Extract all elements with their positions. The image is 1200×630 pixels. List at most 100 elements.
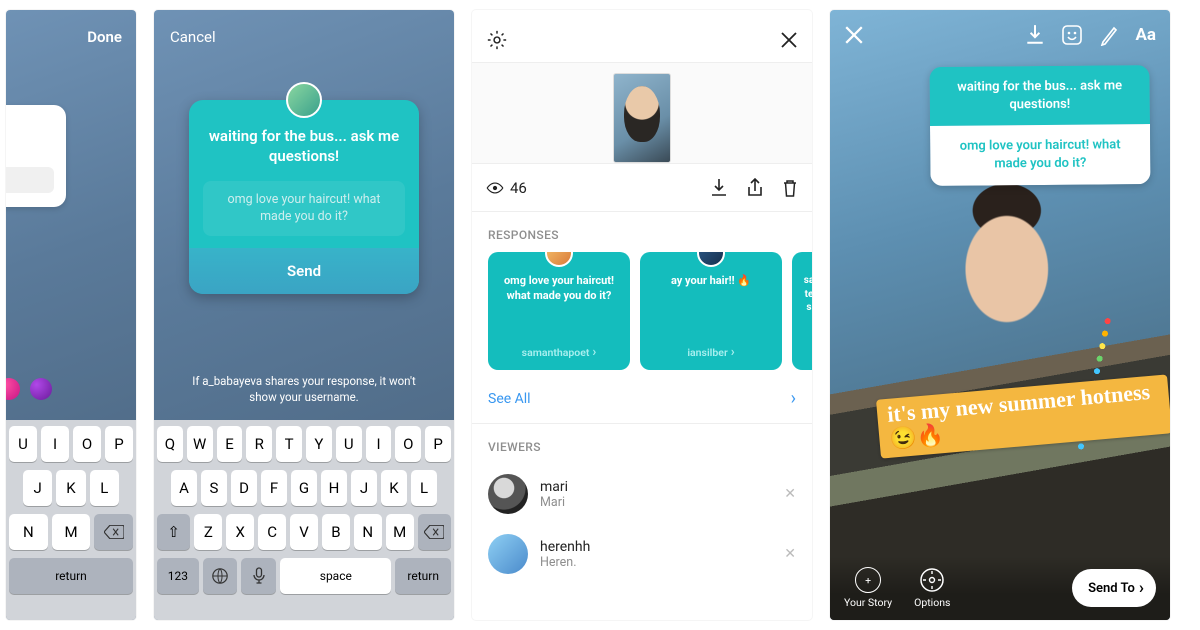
settings-icon[interactable]	[486, 29, 508, 51]
question-response-sticker[interactable]: waiting for the bus... ask me questions!…	[929, 65, 1150, 186]
done-button[interactable]: Done	[87, 28, 122, 46]
key[interactable]: T	[276, 426, 302, 462]
cancel-button[interactable]: Cancel	[170, 28, 216, 46]
your-story-button[interactable]: + Your Story	[844, 567, 892, 609]
editor-bottom-bar: + Your Story Options Send To	[830, 556, 1170, 620]
responses-scroller[interactable]: omg love your haircut! what made you do …	[472, 252, 812, 374]
shift-key[interactable]: ⇧	[157, 514, 190, 550]
key[interactable]: A	[171, 470, 197, 506]
color-picker-row	[6, 378, 52, 400]
key[interactable]: K	[56, 470, 85, 506]
key[interactable]: Z	[194, 514, 222, 550]
key[interactable]: L	[411, 470, 437, 506]
download-icon[interactable]	[710, 178, 728, 198]
share-icon[interactable]	[746, 178, 764, 198]
answer-input[interactable]	[6, 167, 54, 193]
key[interactable]: K	[381, 470, 407, 506]
key[interactable]: M	[52, 514, 91, 550]
sticker-icon[interactable]	[1061, 24, 1083, 46]
key[interactable]: Q	[157, 426, 183, 462]
send-to-button[interactable]: Send To	[1072, 569, 1156, 607]
key[interactable]: N	[354, 514, 382, 550]
numbers-key[interactable]: 123	[157, 558, 199, 594]
key[interactable]: N	[9, 514, 48, 550]
close-icon[interactable]	[844, 25, 864, 45]
key[interactable]: Y	[306, 426, 332, 462]
screen-1-reply-compose: Done bus... ons! UIOP JKL NM return	[6, 10, 136, 620]
key-row-2: ASDFGHJKL	[157, 470, 451, 506]
story-thumbnail[interactable]	[613, 73, 671, 163]
remove-viewer-icon[interactable]: ✕	[784, 486, 796, 502]
viewer-row[interactable]: herenhh Heren. ✕	[472, 524, 812, 584]
response-card[interactable]: ay your hair!! 🔥 iansilber	[640, 252, 782, 370]
screen-2-reply-send: Cancel waiting for the bus... ask me que…	[154, 10, 454, 620]
key[interactable]: U	[336, 426, 362, 462]
viewers-list: mari Mari ✕ herenhh Heren. ✕	[472, 464, 812, 584]
responder-username[interactable]: iansilber	[687, 345, 734, 360]
response-text: omg love your haircut! what made you do …	[498, 274, 620, 304]
options-circle-icon	[919, 567, 945, 593]
download-icon[interactable]	[1025, 24, 1045, 46]
color-swatch-pink[interactable]	[6, 378, 20, 400]
privacy-disclaimer: If a_babayeva shares your response, it w…	[154, 373, 454, 406]
key[interactable]: O	[73, 426, 101, 462]
key[interactable]: W	[187, 426, 213, 462]
key[interactable]: F	[261, 470, 287, 506]
viewer-avatar	[488, 474, 528, 514]
view-count-value: 46	[510, 179, 527, 197]
response-card-partial[interactable]: sa te s	[792, 252, 812, 370]
question-reply-card: waiting for the bus... ask me questions!…	[189, 100, 419, 294]
screen-3-story-insights: 46 RESPONSES omg love your haircut! what…	[472, 10, 812, 620]
text-tool-icon[interactable]: Aa	[1135, 25, 1156, 45]
key[interactable]: R	[246, 426, 272, 462]
key[interactable]: G	[291, 470, 317, 506]
return-key[interactable]: return	[395, 558, 451, 594]
key[interactable]: V	[290, 514, 318, 550]
space-key[interactable]: space	[280, 558, 391, 594]
see-all-button[interactable]: See All ›	[472, 374, 812, 424]
question-sticker-partial[interactable]: bus... ons!	[6, 105, 66, 207]
trash-icon[interactable]	[782, 178, 798, 198]
asker-avatar	[286, 82, 322, 118]
key-row-4: 123 space return	[157, 558, 451, 594]
ios-keyboard[interactable]: QWERTYUIOP ASDFGHJKL ⇧ ZXCVBNM 123 space…	[154, 420, 454, 620]
key[interactable]: H	[321, 470, 347, 506]
viewers-header: VIEWERS	[472, 424, 812, 464]
key[interactable]: L	[90, 470, 119, 506]
send-button[interactable]: Send	[189, 248, 419, 294]
chevron-right-icon: ›	[791, 388, 796, 409]
eye-icon	[486, 182, 504, 194]
return-key[interactable]: return	[9, 558, 133, 594]
key[interactable]: O	[395, 426, 421, 462]
color-swatch-purple[interactable]	[30, 378, 52, 400]
key[interactable]: I	[41, 426, 69, 462]
globe-key[interactable]	[203, 558, 238, 594]
answer-text[interactable]: omg love your haircut! what made you do …	[203, 181, 405, 236]
options-button[interactable]: Options	[914, 567, 950, 609]
key[interactable]: E	[217, 426, 243, 462]
response-card[interactable]: omg love your haircut! what made you do …	[488, 252, 630, 370]
key[interactable]: B	[322, 514, 350, 550]
close-icon[interactable]	[780, 31, 798, 49]
key[interactable]: U	[9, 426, 37, 462]
key[interactable]: S	[201, 470, 227, 506]
key[interactable]: P	[105, 426, 133, 462]
responder-username[interactable]: samanthapoet	[522, 345, 597, 360]
ios-keyboard[interactable]: UIOP JKL NM return	[6, 420, 136, 620]
key[interactable]: I	[366, 426, 392, 462]
key[interactable]: D	[231, 470, 257, 506]
viewer-row[interactable]: mari Mari ✕	[472, 464, 812, 524]
mic-key[interactable]	[241, 558, 276, 594]
key[interactable]: P	[425, 426, 451, 462]
backspace-key[interactable]	[418, 514, 451, 550]
sticker-prompt: waiting for the bus... ask me questions!	[929, 65, 1150, 126]
key[interactable]: J	[351, 470, 377, 506]
backspace-key[interactable]	[94, 514, 133, 550]
draw-icon[interactable]	[1099, 24, 1119, 46]
key[interactable]: X	[226, 514, 254, 550]
remove-viewer-icon[interactable]: ✕	[784, 546, 796, 562]
stats-bar: 46	[472, 164, 812, 212]
key[interactable]: M	[386, 514, 414, 550]
key[interactable]: C	[258, 514, 286, 550]
key[interactable]: J	[23, 470, 52, 506]
